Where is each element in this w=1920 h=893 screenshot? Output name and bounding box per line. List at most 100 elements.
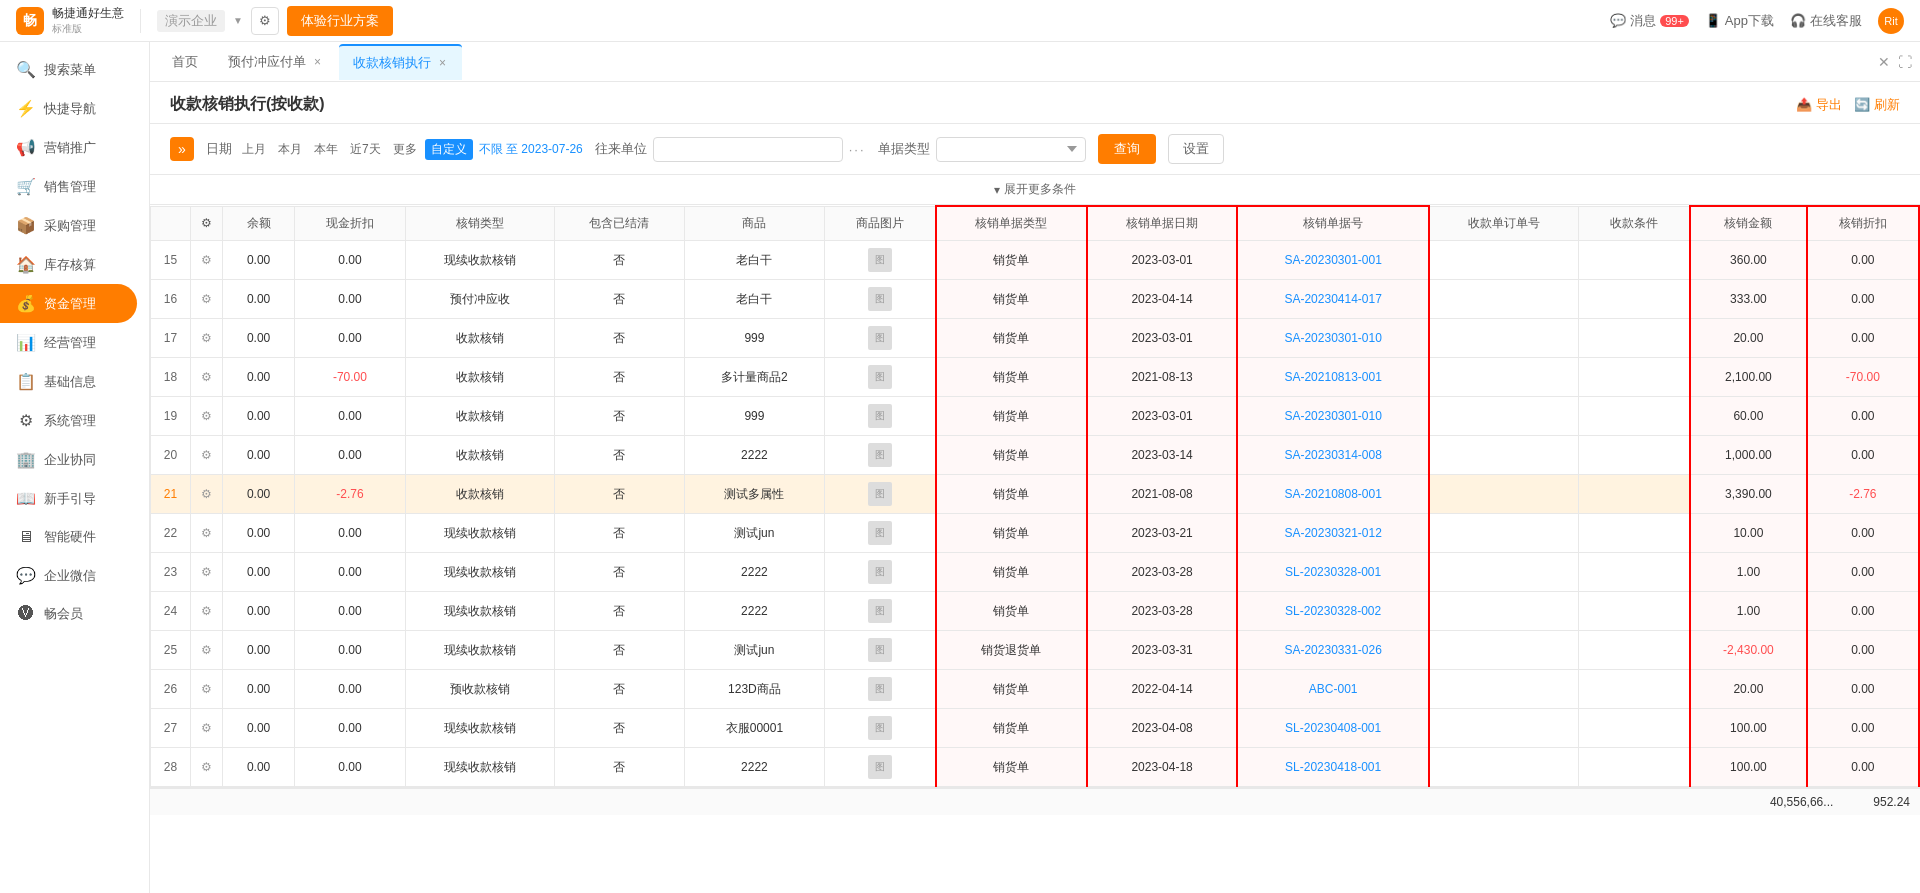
export-button[interactable]: 📤 导出 bbox=[1796, 96, 1842, 114]
cell-cancel-type: 收款核销 bbox=[405, 475, 554, 514]
filter-settings-button[interactable]: 设置 bbox=[1168, 134, 1224, 164]
core-bill-no-link[interactable]: SL-20230408-001 bbox=[1285, 721, 1381, 735]
refresh-button[interactable]: 🔄 刷新 bbox=[1854, 96, 1900, 114]
cell-core-bill-no[interactable]: SL-20230408-001 bbox=[1237, 709, 1428, 748]
tab-maximize-button[interactable]: ⛶ bbox=[1898, 54, 1912, 70]
cell-core-bill-no[interactable]: SL-20230418-001 bbox=[1237, 748, 1428, 787]
sidebar-item-system[interactable]: ⚙ 系统管理 bbox=[0, 401, 149, 440]
cell-settings[interactable]: ⚙ bbox=[191, 631, 223, 670]
query-button[interactable]: 查询 bbox=[1098, 134, 1156, 164]
core-bill-no-link[interactable]: SA-20230414-017 bbox=[1284, 292, 1381, 306]
sidebar-item-base[interactable]: 📋 基础信息 bbox=[0, 362, 149, 401]
row-gear-icon: ⚙ bbox=[201, 253, 212, 267]
core-bill-no-link[interactable]: SA-20210808-001 bbox=[1284, 487, 1381, 501]
cell-settings[interactable]: ⚙ bbox=[191, 319, 223, 358]
cell-settings[interactable]: ⚙ bbox=[191, 475, 223, 514]
cell-receipt-order-no bbox=[1429, 358, 1579, 397]
sidebar-item-member[interactable]: 🅥 畅会员 bbox=[0, 595, 149, 633]
cell-core-bill-no[interactable]: SA-20230321-012 bbox=[1237, 514, 1428, 553]
cell-settings[interactable]: ⚙ bbox=[191, 241, 223, 280]
cell-settings[interactable]: ⚙ bbox=[191, 553, 223, 592]
tab-bar-actions: ✕ ⛶ bbox=[1878, 54, 1912, 70]
cell-core-bill-no[interactable]: SA-20210808-001 bbox=[1237, 475, 1428, 514]
cell-settings[interactable]: ⚙ bbox=[191, 748, 223, 787]
core-bill-no-link[interactable]: SA-20230314-008 bbox=[1284, 448, 1381, 462]
sidebar-item-hardware[interactable]: 🖥 智能硬件 bbox=[0, 518, 149, 556]
cell-core-bill-no[interactable]: SL-20230328-001 bbox=[1237, 553, 1428, 592]
sidebar-item-label: 资金管理 bbox=[44, 295, 96, 313]
cell-cash-discount: 0.00 bbox=[295, 592, 406, 631]
cell-receipt-order-no bbox=[1429, 397, 1579, 436]
cell-settings[interactable]: ⚙ bbox=[191, 397, 223, 436]
cell-settings[interactable]: ⚙ bbox=[191, 436, 223, 475]
col-header-settings[interactable]: ⚙ bbox=[191, 206, 223, 241]
sidebar-item-guide[interactable]: 📖 新手引导 bbox=[0, 479, 149, 518]
core-bill-no-link[interactable]: SA-20230301-010 bbox=[1284, 331, 1381, 345]
main-content: 首页 预付冲应付单 × 收款核销执行 × ✕ ⛶ 收款核销执行(按收款) 📤 bbox=[150, 42, 1920, 893]
tab-prepay-close[interactable]: × bbox=[312, 55, 323, 69]
tab-close-all-button[interactable]: ✕ bbox=[1878, 54, 1890, 70]
cell-core-bill-no[interactable]: SA-20230314-008 bbox=[1237, 436, 1428, 475]
sidebar-item-finance[interactable]: 💰 资金管理 bbox=[0, 284, 137, 323]
cell-core-bill-no[interactable]: SA-20230301-010 bbox=[1237, 319, 1428, 358]
cell-settings[interactable]: ⚙ bbox=[191, 358, 223, 397]
cell-settings[interactable]: ⚙ bbox=[191, 592, 223, 631]
tab-receipt-cancel-close[interactable]: × bbox=[437, 56, 448, 70]
sidebar-item-purchase[interactable]: 📦 采购管理 bbox=[0, 206, 149, 245]
core-bill-no-link[interactable]: SA-20230301-001 bbox=[1284, 253, 1381, 267]
cell-core-bill-no[interactable]: SL-20230328-002 bbox=[1237, 592, 1428, 631]
expand-more-button[interactable]: ▾ 展开更多条件 bbox=[994, 181, 1076, 198]
cell-cancel-type: 预付冲应收 bbox=[405, 280, 554, 319]
cell-core-bill-no[interactable]: SA-20230301-001 bbox=[1237, 241, 1428, 280]
industry-solution-button[interactable]: 体验行业方案 bbox=[287, 6, 393, 36]
cell-core-bill-date: 2021-08-08 bbox=[1087, 475, 1238, 514]
core-bill-no-link[interactable]: SA-20230321-012 bbox=[1284, 526, 1381, 540]
cell-core-bill-no[interactable]: SA-20230301-010 bbox=[1237, 397, 1428, 436]
company-dropdown-arrow[interactable]: ▼ bbox=[233, 15, 243, 26]
core-bill-no-link[interactable]: ABC-001 bbox=[1309, 682, 1358, 696]
core-bill-no-link[interactable]: SA-20210813-001 bbox=[1284, 370, 1381, 384]
sidebar-item-sales[interactable]: 🛒 销售管理 bbox=[0, 167, 149, 206]
date-custom[interactable]: 自定义 bbox=[425, 139, 473, 160]
date-7days[interactable]: 近7天 bbox=[346, 139, 385, 160]
filter-expand-button[interactable]: » bbox=[170, 137, 194, 161]
core-bill-no-link[interactable]: SL-20230328-001 bbox=[1285, 565, 1381, 579]
cell-core-bill-no[interactable]: SA-20230414-017 bbox=[1237, 280, 1428, 319]
cell-core-bill-no[interactable]: SA-20210813-001 bbox=[1237, 358, 1428, 397]
sidebar-item-inventory[interactable]: 🏠 库存核算 bbox=[0, 245, 149, 284]
single-type-select[interactable] bbox=[936, 137, 1086, 162]
tab-prepay[interactable]: 预付冲应付单 × bbox=[214, 45, 337, 79]
sidebar-item-quicknav[interactable]: ⚡ 快捷导航 bbox=[0, 89, 149, 128]
date-last-month[interactable]: 上月 bbox=[238, 139, 270, 160]
cell-core-bill-no[interactable]: SA-20230331-026 bbox=[1237, 631, 1428, 670]
core-bill-no-link[interactable]: SL-20230418-001 bbox=[1285, 760, 1381, 774]
sidebar-item-search[interactable]: 🔍 搜索菜单 bbox=[0, 50, 149, 89]
user-avatar[interactable]: Rit bbox=[1878, 8, 1904, 34]
online-service-button[interactable]: 🎧 在线客服 bbox=[1790, 12, 1862, 30]
cell-settings[interactable]: ⚙ bbox=[191, 709, 223, 748]
cell-settings[interactable]: ⚙ bbox=[191, 280, 223, 319]
sidebar-item-corp[interactable]: 🏢 企业协同 bbox=[0, 440, 149, 479]
cell-settings[interactable]: ⚙ bbox=[191, 514, 223, 553]
app-download-button[interactable]: 📱 App下载 bbox=[1705, 12, 1774, 30]
sidebar-item-marketing[interactable]: 📢 营销推广 bbox=[0, 128, 149, 167]
cell-receipt-order-no bbox=[1429, 280, 1579, 319]
tab-receipt-cancel[interactable]: 收款核销执行 × bbox=[339, 44, 462, 80]
sidebar-item-wechat[interactable]: 💬 企业微信 bbox=[0, 556, 149, 595]
date-this-month[interactable]: 本月 bbox=[274, 139, 306, 160]
date-this-year[interactable]: 本年 bbox=[310, 139, 342, 160]
cell-core-bill-no[interactable]: ABC-001 bbox=[1237, 670, 1428, 709]
core-bill-no-link[interactable]: SA-20230301-010 bbox=[1284, 409, 1381, 423]
tab-home[interactable]: 首页 bbox=[158, 45, 212, 79]
core-bill-no-link[interactable]: SL-20230328-002 bbox=[1285, 604, 1381, 618]
cell-include-settled: 否 bbox=[554, 553, 684, 592]
messages-button[interactable]: 💬 消息 99+ bbox=[1610, 12, 1689, 30]
settings-gear-button[interactable]: ⚙ bbox=[251, 7, 279, 35]
hardware-icon: 🖥 bbox=[16, 528, 36, 546]
sidebar-item-business[interactable]: 📊 经营管理 bbox=[0, 323, 149, 362]
date-more[interactable]: 更多 bbox=[389, 139, 421, 160]
cell-settings[interactable]: ⚙ bbox=[191, 670, 223, 709]
from-unit-input[interactable] bbox=[653, 137, 843, 162]
cell-receipt-order-no bbox=[1429, 709, 1579, 748]
core-bill-no-link[interactable]: SA-20230331-026 bbox=[1284, 643, 1381, 657]
